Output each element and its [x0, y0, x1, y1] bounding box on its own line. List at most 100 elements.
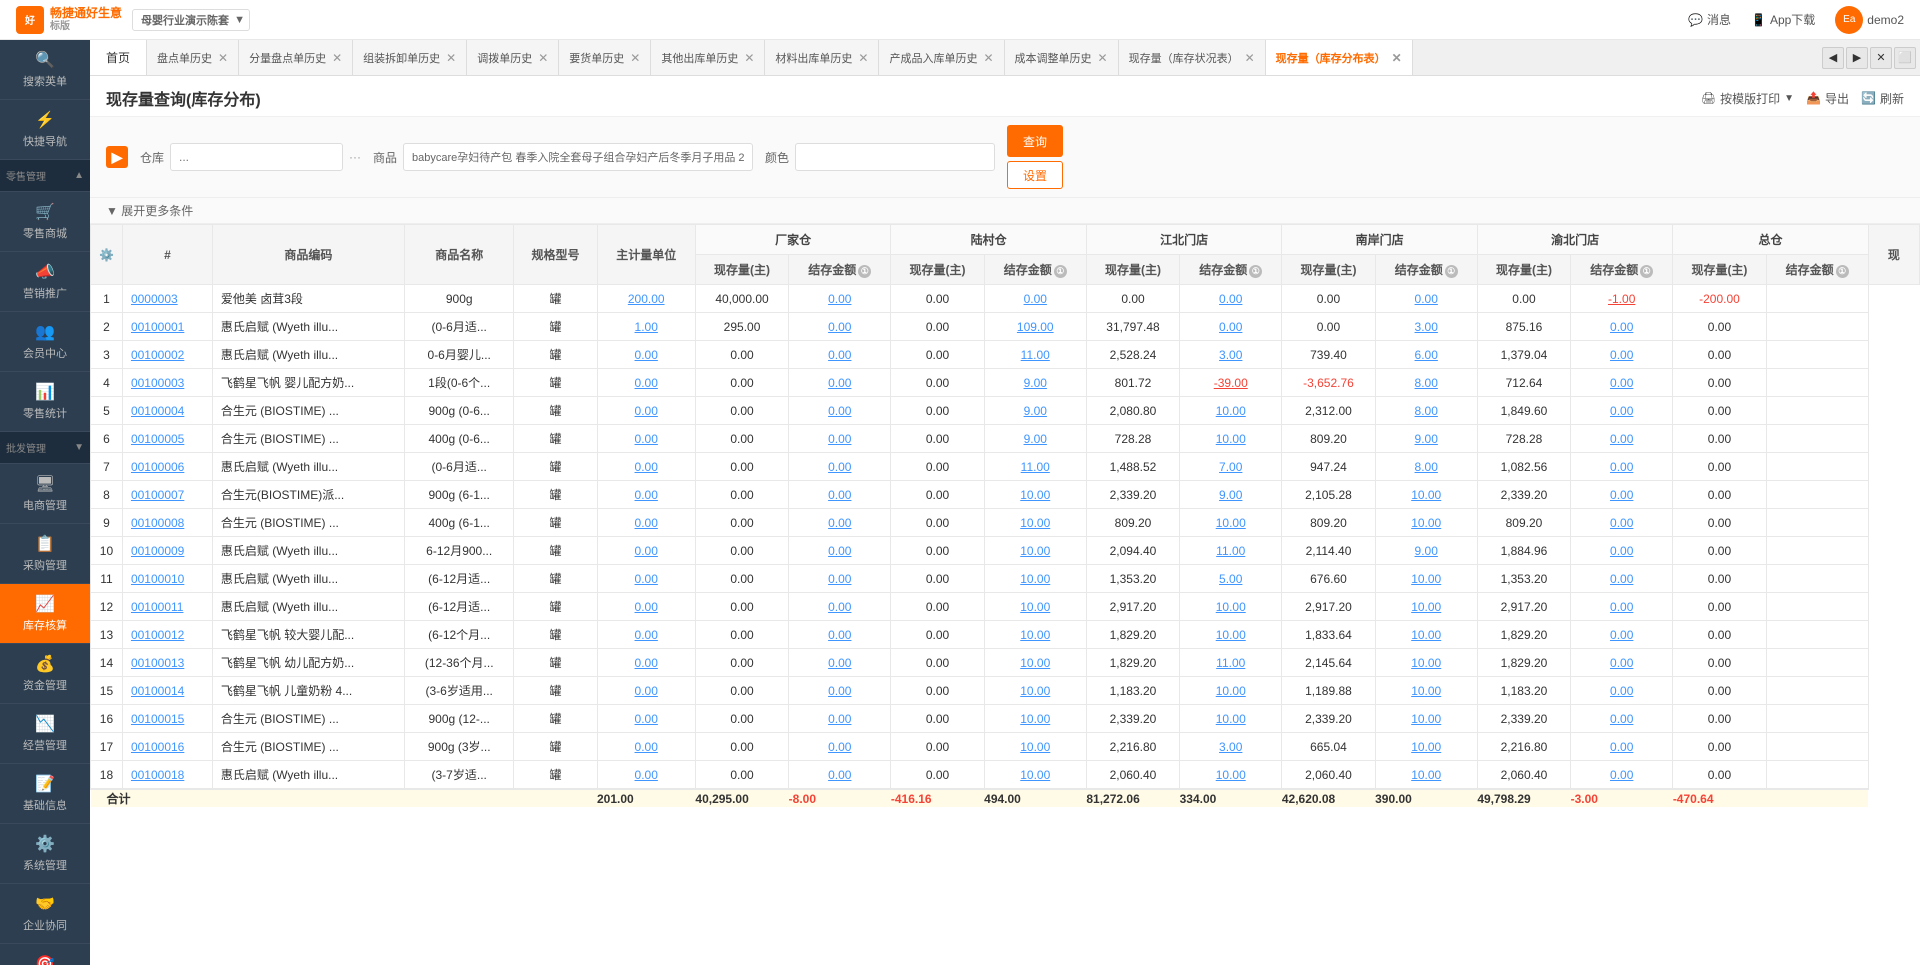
cell-data-10[interactable]: 0.00: [1571, 537, 1673, 565]
cell-data-10[interactable]: 0.00: [1571, 649, 1673, 677]
cell-code[interactable]: 00100010: [122, 565, 212, 593]
cell-code[interactable]: 00100007: [122, 481, 212, 509]
cell-data-10[interactable]: 0.00: [1571, 313, 1673, 341]
cell-data-6[interactable]: 11.00: [1180, 649, 1282, 677]
cell-data-2[interactable]: 0.00: [789, 621, 891, 649]
cell-data-2[interactable]: 0.00: [789, 509, 891, 537]
tab-close-5[interactable]: ✕: [744, 51, 754, 65]
tab-close-all-btn[interactable]: ✕: [1870, 47, 1892, 69]
cell-data-4[interactable]: 109.00: [984, 313, 1086, 341]
cell-data-4[interactable]: 10.00: [984, 733, 1086, 761]
cell-data-8[interactable]: 10.00: [1375, 677, 1477, 705]
print-btn[interactable]: 🖨 按模版打印 ▼: [1701, 90, 1794, 107]
sidebar-item-member[interactable]: 👥 会员中心: [0, 312, 90, 372]
cell-data-8[interactable]: 10.00: [1375, 565, 1477, 593]
sidebar-item-enterprise[interactable]: 🤝 企业协同: [0, 884, 90, 944]
cell-data-6[interactable]: 9.00: [1180, 481, 1282, 509]
cell-data-2[interactable]: 0.00: [789, 397, 891, 425]
cell-data-2[interactable]: 0.00: [789, 537, 891, 565]
cell-data-0[interactable]: 0.00: [597, 677, 695, 705]
cell-data-0[interactable]: 0.00: [597, 341, 695, 369]
cell-data-6[interactable]: 10.00: [1180, 593, 1282, 621]
tab-2[interactable]: 组装拆卸单历史 ✕: [353, 40, 467, 75]
cell-data-10[interactable]: -1.00: [1571, 285, 1673, 313]
tab-close-3[interactable]: ✕: [538, 51, 548, 65]
cell-data-8[interactable]: 10.00: [1375, 481, 1477, 509]
cell-data-4[interactable]: 10.00: [984, 537, 1086, 565]
cell-data-10[interactable]: 0.00: [1571, 453, 1673, 481]
cell-data-4[interactable]: 10.00: [984, 621, 1086, 649]
cell-data-10[interactable]: 0.00: [1571, 677, 1673, 705]
tab-6[interactable]: 材料出库单历史 ✕: [765, 40, 879, 75]
cell-data-10[interactable]: 0.00: [1571, 593, 1673, 621]
export-btn[interactable]: 📤 导出: [1806, 90, 1849, 107]
cell-code[interactable]: 00100008: [122, 509, 212, 537]
sidebar-item-finance[interactable]: 💰 资金管理: [0, 644, 90, 704]
tab-close-0[interactable]: ✕: [218, 51, 228, 65]
cell-data-0[interactable]: 0.00: [597, 705, 695, 733]
cell-data-10[interactable]: 0.00: [1571, 509, 1673, 537]
cell-data-2[interactable]: 0.00: [789, 453, 891, 481]
cell-data-2[interactable]: 0.00: [789, 341, 891, 369]
cell-data-6[interactable]: 10.00: [1180, 677, 1282, 705]
cell-data-0[interactable]: 0.00: [597, 537, 695, 565]
cell-data-0[interactable]: 0.00: [597, 425, 695, 453]
tab-home[interactable]: 首页: [90, 40, 147, 75]
cell-data-0[interactable]: 0.00: [597, 369, 695, 397]
refresh-btn[interactable]: 🔄 刷新: [1861, 90, 1904, 107]
cell-data-8[interactable]: 9.00: [1375, 537, 1477, 565]
cell-data-2[interactable]: 0.00: [789, 677, 891, 705]
cell-code[interactable]: 0000003: [122, 285, 212, 313]
sidebar-item-quicknav[interactable]: ⚡ 快捷导航: [0, 100, 90, 160]
cell-data-10[interactable]: 0.00: [1571, 425, 1673, 453]
cell-data-10[interactable]: 0.00: [1571, 369, 1673, 397]
cell-data-8[interactable]: 10.00: [1375, 509, 1477, 537]
cell-data-0[interactable]: 0.00: [597, 509, 695, 537]
cell-data-10[interactable]: 0.00: [1571, 341, 1673, 369]
cell-data-0[interactable]: 0.00: [597, 397, 695, 425]
sidebar-section-retail[interactable]: 零售管理 ▲: [0, 160, 90, 192]
cell-data-0[interactable]: 0.00: [597, 761, 695, 790]
expand-conditions-btn[interactable]: ▼ 展开更多条件: [106, 204, 193, 218]
sidebar-item-search[interactable]: 🔍 搜索英单: [0, 40, 90, 100]
cell-data-8[interactable]: 0.00: [1375, 285, 1477, 313]
nanan-amt-info[interactable]: ①: [1445, 265, 1458, 278]
cell-data-2[interactable]: 0.00: [789, 649, 891, 677]
cell-data-8[interactable]: 10.00: [1375, 593, 1477, 621]
tab-1[interactable]: 分量盘点单历史 ✕: [239, 40, 353, 75]
cell-data-4[interactable]: 9.00: [984, 369, 1086, 397]
cell-data-10[interactable]: 0.00: [1571, 621, 1673, 649]
cell-data-6[interactable]: 3.00: [1180, 733, 1282, 761]
cell-data-0[interactable]: 0.00: [597, 649, 695, 677]
tab-4[interactable]: 要货单历史 ✕: [559, 40, 651, 75]
sidebar-item-basicinfo[interactable]: 📝 基础信息: [0, 764, 90, 824]
cell-data-8[interactable]: 10.00: [1375, 733, 1477, 761]
tab-9[interactable]: 现存量（库存状况表） ✕: [1119, 40, 1266, 75]
cell-data-0[interactable]: 0.00: [597, 621, 695, 649]
cell-data-10[interactable]: 0.00: [1571, 733, 1673, 761]
cell-data-2[interactable]: 0.00: [789, 761, 891, 790]
cell-data-2[interactable]: 0.00: [789, 369, 891, 397]
filter-expand-btn[interactable]: ▶: [106, 146, 128, 168]
cell-data-4[interactable]: 9.00: [984, 425, 1086, 453]
cell-data-6[interactable]: 10.00: [1180, 509, 1282, 537]
cell-data-8[interactable]: 10.00: [1375, 621, 1477, 649]
search-btn[interactable]: 查询: [1007, 125, 1063, 157]
cell-data-10[interactable]: 0.00: [1571, 761, 1673, 790]
logo[interactable]: 好 畅捷通好生意 标版 母婴行业演示陈套 ▼: [16, 6, 250, 34]
goods-input[interactable]: [403, 143, 753, 171]
cell-code[interactable]: 00100001: [122, 313, 212, 341]
cell-data-10[interactable]: 0.00: [1571, 481, 1673, 509]
color-input[interactable]: [795, 143, 995, 171]
cell-data-0[interactable]: 1.00: [597, 313, 695, 341]
cell-code[interactable]: 00100006: [122, 453, 212, 481]
tab-7[interactable]: 产成品入库单历史 ✕: [879, 40, 1004, 75]
cell-data-8[interactable]: 10.00: [1375, 705, 1477, 733]
cell-data-8[interactable]: 3.00: [1375, 313, 1477, 341]
sidebar-item-ecommerce[interactable]: 🖥 电商管理: [0, 464, 90, 524]
cell-data-8[interactable]: 10.00: [1375, 761, 1477, 790]
cell-data-8[interactable]: 9.00: [1375, 425, 1477, 453]
sidebar-item-sysadmin[interactable]: ⚙️ 系统管理: [0, 824, 90, 884]
sidebar-item-newbie[interactable]: 🎯 新手引导: [0, 944, 90, 965]
tab-close-4[interactable]: ✕: [630, 51, 640, 65]
